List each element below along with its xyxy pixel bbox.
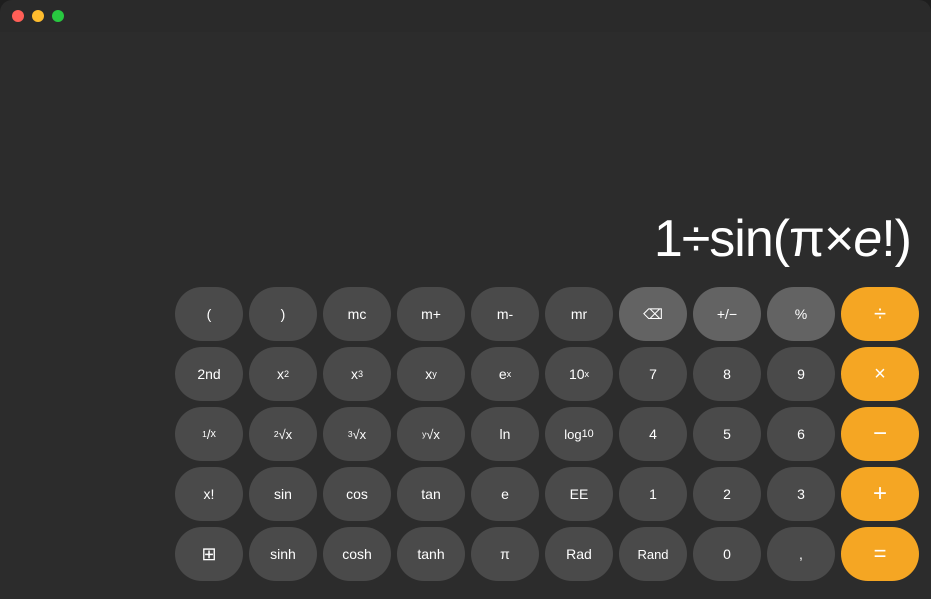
button-row-1: ( ) mc m+ m- mr ⌫ +/− % ÷ — [12, 287, 919, 341]
close-paren-button[interactable]: ) — [249, 287, 317, 341]
open-paren-button[interactable]: ( — [175, 287, 243, 341]
maximize-button[interactable] — [52, 10, 64, 22]
3-button[interactable]: 3 — [767, 467, 835, 521]
8-button[interactable]: 8 — [693, 347, 761, 401]
cosh-button[interactable]: cosh — [323, 527, 391, 581]
button-row-5: ⊞ sinh cosh tanh π Rad Rand 0 , = — [12, 527, 919, 581]
display-expression: 1÷sin(π×e!) — [654, 213, 911, 265]
multiply-button[interactable]: × — [841, 347, 919, 401]
mc-button[interactable]: mc — [323, 287, 391, 341]
sqrt-button[interactable]: 2√x — [249, 407, 317, 461]
rand-button[interactable]: Rand — [619, 527, 687, 581]
pi-button[interactable]: π — [471, 527, 539, 581]
cbrt-button[interactable]: 3√x — [323, 407, 391, 461]
rad-button[interactable]: Rad — [545, 527, 613, 581]
title-bar — [0, 0, 931, 32]
ee-button[interactable]: EE — [545, 467, 613, 521]
4-button[interactable]: 4 — [619, 407, 687, 461]
1-button[interactable]: 1 — [619, 467, 687, 521]
button-row-2: 2nd x2 x3 xy ex 10x 7 8 9 × — [12, 347, 919, 401]
tan-button[interactable]: tan — [397, 467, 465, 521]
2nd-button[interactable]: 2nd — [175, 347, 243, 401]
subtract-button[interactable]: − — [841, 407, 919, 461]
display-area: 1÷sin(π×e!) — [0, 32, 931, 279]
calculator-mode-button[interactable]: ⊞ — [175, 527, 243, 581]
0-button[interactable]: 0 — [693, 527, 761, 581]
7-button[interactable]: 7 — [619, 347, 687, 401]
reciprocal-button[interactable]: 1/x — [175, 407, 243, 461]
e-button[interactable]: e — [471, 467, 539, 521]
decimal-button[interactable]: , — [767, 527, 835, 581]
yth-root-button[interactable]: y√x — [397, 407, 465, 461]
percent-button[interactable]: % — [767, 287, 835, 341]
log10-button[interactable]: log10 — [545, 407, 613, 461]
5-button[interactable]: 5 — [693, 407, 761, 461]
minimize-button[interactable] — [32, 10, 44, 22]
divide-button[interactable]: ÷ — [841, 287, 919, 341]
tanh-button[interactable]: tanh — [397, 527, 465, 581]
m-plus-button[interactable]: m+ — [397, 287, 465, 341]
x-cubed-button[interactable]: x3 — [323, 347, 391, 401]
2-button[interactable]: 2 — [693, 467, 761, 521]
6-button[interactable]: 6 — [767, 407, 835, 461]
add-button[interactable]: + — [841, 467, 919, 521]
x-power-y-button[interactable]: xy — [397, 347, 465, 401]
equals-button[interactable]: = — [841, 527, 919, 581]
plus-minus-button[interactable]: +/− — [693, 287, 761, 341]
9-button[interactable]: 9 — [767, 347, 835, 401]
sinh-button[interactable]: sinh — [249, 527, 317, 581]
buttons-area: ( ) mc m+ m- mr ⌫ +/− % ÷ 2nd x2 x3 xy e… — [0, 279, 931, 599]
cos-button[interactable]: cos — [323, 467, 391, 521]
ln-button[interactable]: ln — [471, 407, 539, 461]
x-squared-button[interactable]: x2 — [249, 347, 317, 401]
sin-button[interactable]: sin — [249, 467, 317, 521]
10-power-x-button[interactable]: 10x — [545, 347, 613, 401]
button-row-3: 1/x 2√x 3√x y√x ln log10 4 5 6 − — [12, 407, 919, 461]
button-row-4: x! sin cos tan e EE 1 2 3 + — [12, 467, 919, 521]
close-button[interactable] — [12, 10, 24, 22]
e-power-x-button[interactable]: ex — [471, 347, 539, 401]
mr-button[interactable]: mr — [545, 287, 613, 341]
factorial-button[interactable]: x! — [175, 467, 243, 521]
m-minus-button[interactable]: m- — [471, 287, 539, 341]
backspace-button[interactable]: ⌫ — [619, 287, 687, 341]
